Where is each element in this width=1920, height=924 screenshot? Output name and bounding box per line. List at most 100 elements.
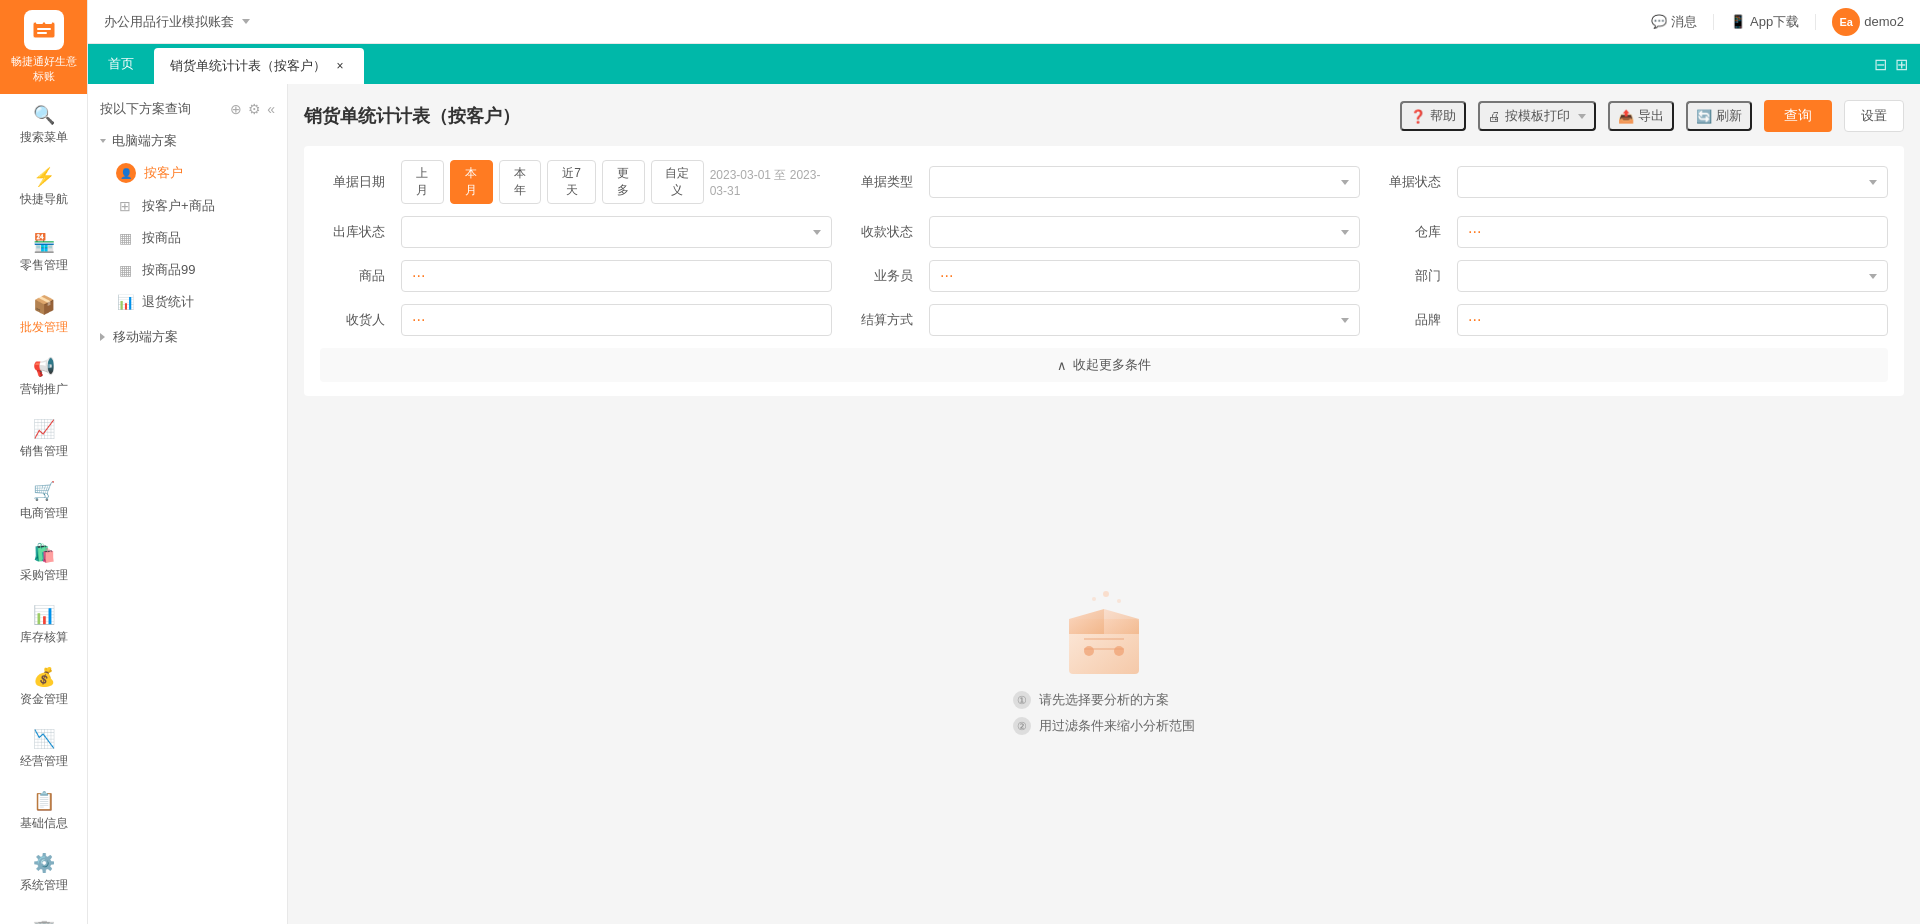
tip-num-2: ② [1013,717,1031,735]
empty-state-tips: ① 请先选择要分析的方案 ② 用过滤条件来缩小分析范围 [1013,691,1195,735]
export-btn[interactable]: 📤 导出 [1608,101,1674,131]
payment-status-select[interactable] [929,216,1360,248]
out-status-select[interactable] [401,216,832,248]
payment-status-arrow-icon [1341,230,1349,235]
sidebar-item-operation[interactable]: 📉 经营管理 [0,718,87,780]
sidebar-item-retail[interactable]: 🏪 零售管理 [0,222,87,284]
goods-select[interactable]: ··· [401,260,832,292]
tab-sales-stat[interactable]: 销货单统计计表（按客户） × [154,48,364,84]
sidebar-item-search[interactable]: 🔍 搜索菜单 [0,94,87,156]
date-btn-last-month[interactable]: 上月 [401,160,444,204]
group-collapse-icon [100,333,105,341]
sales-icon: 📈 [33,418,55,440]
sidebar-item-wholesale[interactable]: 📦 批发管理 [0,284,87,346]
out-status-label: 出库状态 [320,223,385,241]
message-btn[interactable]: 💬 消息 [1651,13,1697,31]
order-status-select[interactable] [1457,166,1888,198]
tab-close-icon[interactable]: × [332,58,348,74]
receiver-dots: ··· [412,311,425,329]
date-btn-more[interactable]: 更多 [602,160,645,204]
collapse-bar[interactable]: ∧ 收起更多条件 [320,348,1888,382]
department-select[interactable] [1457,260,1888,292]
order-type-cell [929,166,1360,198]
account-dropdown[interactable]: 办公用品行业模拟账套 [104,13,250,31]
app-download-label: App下载 [1750,13,1799,31]
sidebar-item-purchase[interactable]: 🛍️ 采购管理 [0,532,87,594]
tab-home-label: 首页 [108,55,134,73]
warehouse-select[interactable]: ··· [1457,216,1888,248]
customer-goods-icon: ⊞ [116,197,134,215]
app-download-btn[interactable]: 📱 App下载 [1730,13,1799,31]
collapse-panel-icon[interactable]: « [267,101,275,117]
date-btn-7days[interactable]: 近7天 [547,160,596,204]
scheme-group-mobile-header[interactable]: 移动端方案 [88,322,287,352]
scheme-settings-icon[interactable]: ⚙ [248,101,261,117]
sidebar-item-system[interactable]: ⚙️ 系统管理 [0,842,87,904]
out-status-arrow-icon [813,230,821,235]
department-label: 部门 [1376,267,1441,285]
group-expand-icon [100,139,106,143]
topbar: 办公用品行业模拟账套 💬 消息 📱 App下载 Ea demo2 [88,0,1920,44]
query-btn[interactable]: 查询 [1764,100,1832,132]
sidebar-item-sales[interactable]: 📈 销售管理 [0,408,87,470]
tab-minimize-icon[interactable]: ⊟ [1874,55,1887,74]
print-btn[interactable]: 🖨 按模板打印 [1478,101,1596,131]
scheme-item-by-goods99[interactable]: ▦ 按商品99 [88,254,287,286]
scheme-group-desktop-header[interactable]: 电脑端方案 [88,126,287,156]
help-btn[interactable]: ❓ 帮助 [1400,101,1466,131]
sidebar-item-enterprise[interactable]: 🏢 企业协同 [0,908,87,924]
svg-point-11 [1114,646,1124,656]
right-panel: 销货单统计计表（按客户） ❓ 帮助 🖨 按模板打印 📤 导出 [288,84,1920,924]
query-label: 查询 [1784,107,1812,123]
date-range-display: 2023-03-01 至 2023-03-31 [710,167,832,198]
customer-icon: 👤 [120,168,132,179]
tab-home[interactable]: 首页 [88,44,154,84]
settlement-arrow-icon [1341,318,1349,323]
scheme-item-label: 按商品 [142,229,181,247]
date-btn-this-year[interactable]: 本年 [499,160,542,204]
mobile-icon: 📱 [1730,14,1746,29]
warehouse-dots: ··· [1468,223,1481,241]
date-btn-custom[interactable]: 自定义 [651,160,704,204]
filter-area: 单据日期 上月 本月 本年 近7天 更多 自定义 2023-03-01 至 20… [304,146,1904,396]
brand-select[interactable]: ··· [1457,304,1888,336]
order-type-select[interactable] [929,166,1360,198]
scheme-item-by-customer-goods[interactable]: ⊞ 按客户+商品 [88,190,287,222]
date-btn-this-month[interactable]: 本月 [450,160,493,204]
settlement-select[interactable] [929,304,1360,336]
refresh-btn[interactable]: 🔄 刷新 [1686,101,1752,131]
svg-rect-3 [37,28,51,30]
empty-state-illustration [1044,579,1164,679]
tab-maximize-icon[interactable]: ⊞ [1895,55,1908,74]
sidebar-item-basic[interactable]: 📋 基础信息 [0,780,87,842]
receiver-select[interactable]: ··· [401,304,832,336]
filter-row-2: 出库状态 收款状态 仓库 [320,216,1888,248]
order-status-label: 单据状态 [1376,173,1441,191]
scheme-item-by-goods[interactable]: ▦ 按商品 [88,222,287,254]
tip-item-1: ① 请先选择要分析的方案 [1013,691,1195,709]
settings-btn[interactable]: 设置 [1844,100,1904,132]
salesperson-select[interactable]: ··· [929,260,1360,292]
scheme-item-return-stat[interactable]: 📊 退货统计 [88,286,287,318]
tip-num-1: ① [1013,691,1031,709]
page-title-row: 销货单统计计表（按客户） ❓ 帮助 🖨 按模板打印 📤 导出 [304,100,1904,132]
warehouse-cell: ··· [1457,216,1888,248]
tabbar-right: ⊟ ⊞ [1874,55,1920,74]
svg-point-12 [1103,591,1109,597]
scheme-group-mobile: 移动端方案 [88,320,287,354]
username-label: demo2 [1864,14,1904,29]
message-icon: 💬 [1651,14,1667,29]
sidebar-item-quick-nav[interactable]: ⚡ 快捷导航 [0,156,87,218]
settlement-label: 结算方式 [848,311,913,329]
sidebar-item-ecommerce[interactable]: 🛒 电商管理 [0,470,87,532]
user-profile[interactable]: Ea demo2 [1832,8,1904,36]
sidebar-item-finance[interactable]: 💰 资金管理 [0,656,87,718]
sidebar-item-marketing[interactable]: 📢 营销推广 [0,346,87,408]
sidebar-item-label: 电商管理 [20,505,68,522]
content: 按以下方案查询 ⊕ ⚙ « 电脑端方案 👤 按客户 [88,84,1920,924]
sidebar-item-stock[interactable]: 📊 库存核算 [0,594,87,656]
scheme-item-by-customer[interactable]: 👤 按客户 [88,156,287,190]
svg-rect-1 [36,18,43,24]
order-type-arrow-icon [1341,180,1349,185]
add-scheme-icon[interactable]: ⊕ [230,101,242,117]
